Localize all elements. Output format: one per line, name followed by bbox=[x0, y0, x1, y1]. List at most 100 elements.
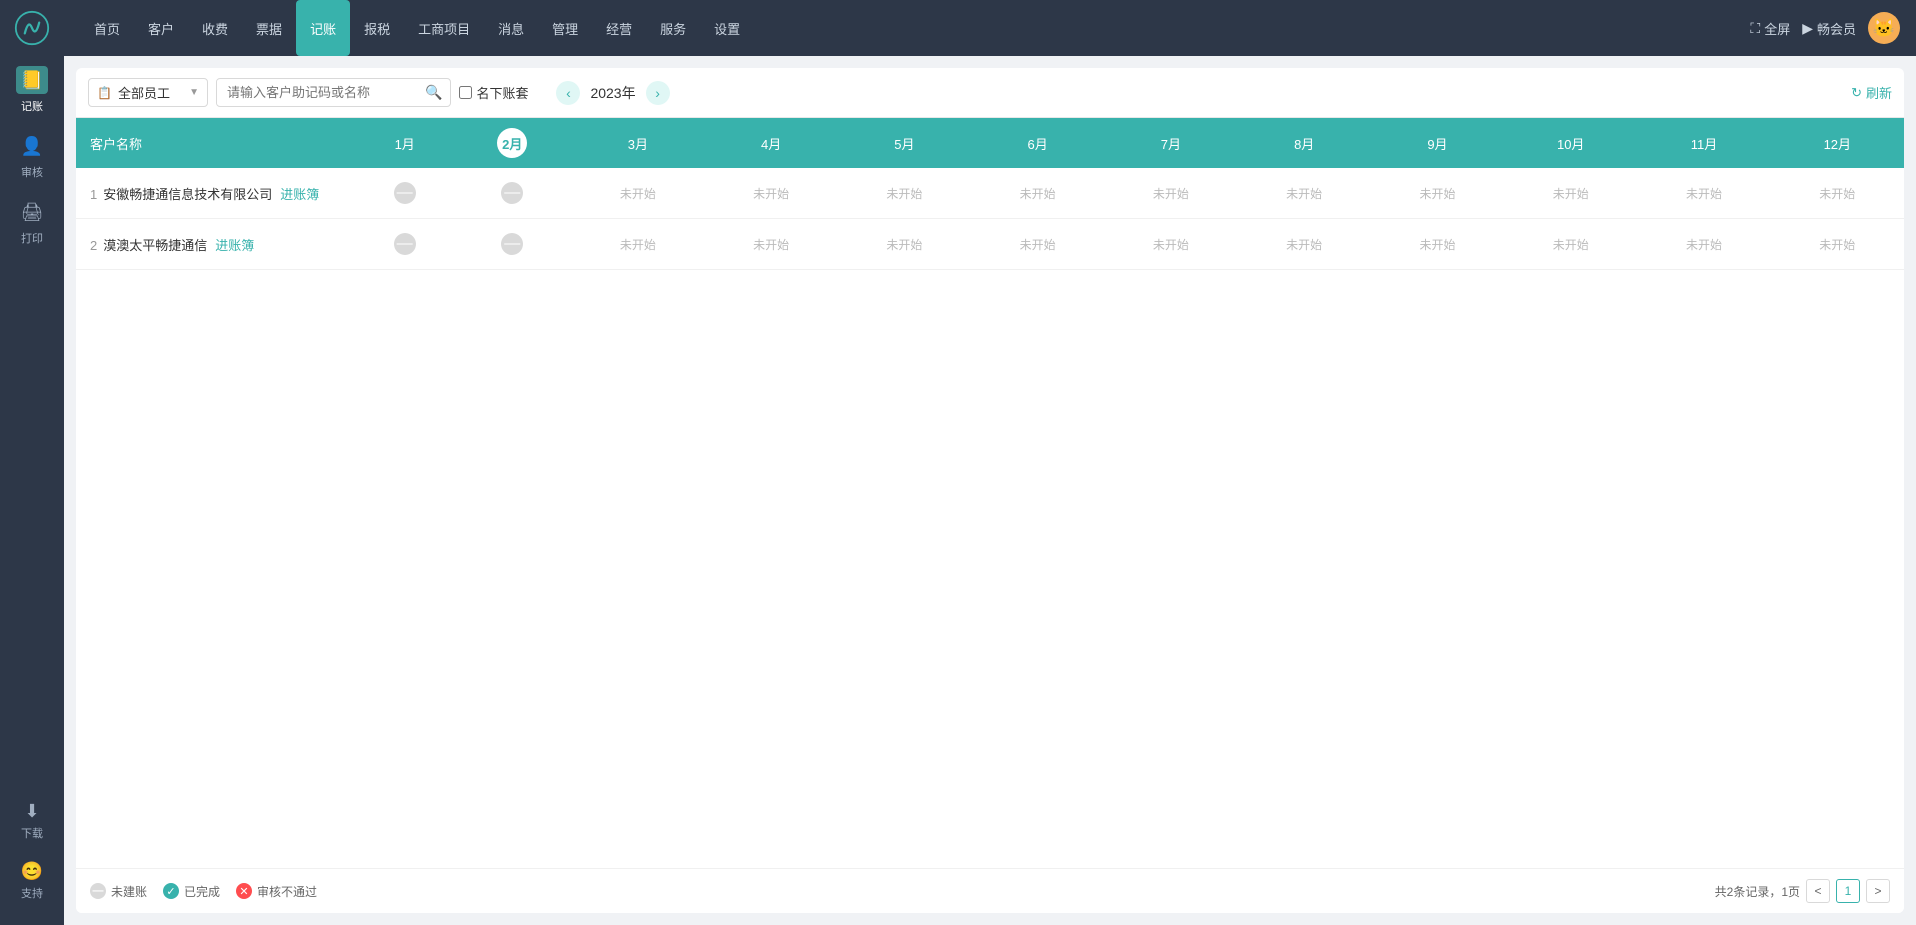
row-month-cell: 未开始 bbox=[704, 168, 837, 219]
row-month-cell: 未开始 bbox=[971, 219, 1104, 270]
status-not-started-text: 未开始 bbox=[1686, 238, 1722, 252]
search-button[interactable]: 🔍 bbox=[417, 79, 450, 106]
row-enter-link[interactable]: 进账簿 bbox=[280, 187, 319, 202]
pagination: 共2条记录，1页 < 1 > bbox=[1715, 879, 1890, 903]
nav-tax[interactable]: 报税 bbox=[350, 0, 404, 56]
status-not-started-text: 未开始 bbox=[886, 238, 922, 252]
user-avatar[interactable]: 🐱 bbox=[1868, 12, 1900, 44]
year-display: 2023年 bbox=[590, 83, 635, 103]
vip-label: 畅会员 bbox=[1817, 19, 1856, 38]
col-header-aug: 8月 bbox=[1238, 118, 1371, 168]
row-month-cell: 未开始 bbox=[1238, 168, 1371, 219]
row-month-cell: — bbox=[356, 219, 453, 270]
nav-business[interactable]: 工商项目 bbox=[404, 0, 484, 56]
row-month-cell: 未开始 bbox=[1371, 168, 1504, 219]
sidebar-bottom-label: 支持 bbox=[21, 885, 43, 901]
employee-select[interactable]: 📋 全部员工 ▼ bbox=[88, 78, 208, 107]
legend-dot-red: ✕ bbox=[236, 883, 252, 899]
page-1-button[interactable]: 1 bbox=[1836, 879, 1860, 903]
fullscreen-button[interactable]: ⛶ 全屏 bbox=[1750, 19, 1790, 38]
table-row: 2漠澳太平畅捷通信进账簿——未开始未开始未开始未开始未开始未开始未开始未开始未开… bbox=[76, 219, 1904, 270]
nav-billing[interactable]: 收费 bbox=[188, 0, 242, 56]
col-header-oct: 10月 bbox=[1504, 118, 1637, 168]
legend-not-started: — 未建账 bbox=[90, 883, 147, 900]
next-page-button[interactable]: > bbox=[1866, 879, 1890, 903]
year-navigation: ‹ 2023年 › bbox=[556, 81, 669, 105]
col-header-dec: 12月 bbox=[1771, 118, 1904, 168]
refresh-button[interactable]: ↻ 刷新 bbox=[1851, 83, 1892, 102]
sidebar-item-bookkeeping[interactable]: 📒 记账 bbox=[0, 56, 64, 122]
sidebar-item-label: 记账 bbox=[21, 98, 43, 114]
col-header-feb: 2月 bbox=[453, 118, 571, 168]
status-not-started-text: 未开始 bbox=[886, 187, 922, 201]
row-month-cell: — bbox=[356, 168, 453, 219]
download-icon: ⬇ bbox=[24, 801, 39, 822]
row-enter-link[interactable]: 进账簿 bbox=[215, 238, 254, 253]
refresh-icon: ↻ bbox=[1851, 85, 1862, 101]
employee-label: 全部员工 bbox=[118, 83, 170, 102]
row-month-cell: — bbox=[453, 168, 571, 219]
row-month-cell: — bbox=[453, 219, 571, 270]
status-not-started-text: 未开始 bbox=[1553, 238, 1589, 252]
chevron-down-icon: ▼ bbox=[189, 87, 199, 98]
navbar-right: ⛶ 全屏 ▶ 畅会员 🐱 bbox=[1750, 12, 1900, 44]
row-month-cell: 未开始 bbox=[1371, 219, 1504, 270]
sidebar-item-support[interactable]: 😊 支持 bbox=[0, 853, 64, 909]
legend-not-started-label: 未建账 bbox=[111, 883, 147, 900]
status-not-started-text: 未开始 bbox=[1686, 187, 1722, 201]
status-not-started-text: 未开始 bbox=[620, 238, 656, 252]
sidebar-item-audit[interactable]: 👤 审核 bbox=[0, 122, 64, 188]
checkbox-label[interactable]: 名下账套 bbox=[459, 83, 528, 102]
legend-completed-label: 已完成 bbox=[184, 883, 220, 900]
status-not-started-text: 未开始 bbox=[1020, 238, 1056, 252]
nav-home[interactable]: 首页 bbox=[80, 0, 134, 56]
table-footer: — 未建账 ✓ 已完成 ✕ 审核不通过 共2条记录，1 bbox=[76, 868, 1904, 913]
nav-invoice[interactable]: 票据 bbox=[242, 0, 296, 56]
nav-operations[interactable]: 经营 bbox=[592, 0, 646, 56]
status-not-started-text: 未开始 bbox=[753, 238, 789, 252]
nav-message[interactable]: 消息 bbox=[484, 0, 538, 56]
col-header-sep: 9月 bbox=[1371, 118, 1504, 168]
legend-rejected: ✕ 审核不通过 bbox=[236, 883, 317, 900]
row-month-cell: 未开始 bbox=[1771, 168, 1904, 219]
row-name-cell: 1安徽畅捷通信息技术有限公司进账簿 bbox=[76, 168, 356, 219]
main-area: 首页 客户 收费 票据 记账 报税 工商项目 消息 管理 经营 服务 设置 ⛶ … bbox=[64, 0, 1916, 925]
nav-settings[interactable]: 设置 bbox=[700, 0, 754, 56]
row-month-cell: 未开始 bbox=[1504, 219, 1637, 270]
nav-service[interactable]: 服务 bbox=[646, 0, 700, 56]
col-header-may: 5月 bbox=[838, 118, 971, 168]
sidebar-item-download[interactable]: ⬇ 下载 bbox=[0, 793, 64, 849]
prev-year-button[interactable]: ‹ bbox=[556, 81, 580, 105]
sidebar: 📒 记账 👤 审核 🖨 打印 ⬇ 下载 😊 支持 bbox=[0, 0, 64, 925]
prev-page-button[interactable]: < bbox=[1806, 879, 1830, 903]
vip-button[interactable]: ▶ 畅会员 bbox=[1802, 19, 1856, 38]
row-month-cell: 未开始 bbox=[571, 168, 704, 219]
row-month-cell: 未开始 bbox=[1771, 219, 1904, 270]
row-month-cell: 未开始 bbox=[704, 219, 837, 270]
checkbox-text: 名下账套 bbox=[476, 83, 528, 102]
employee-icon: 📋 bbox=[97, 86, 112, 100]
sidebar-item-label: 打印 bbox=[21, 230, 43, 246]
top-navbar: 首页 客户 收费 票据 记账 报税 工商项目 消息 管理 经营 服务 设置 ⛶ … bbox=[64, 0, 1916, 56]
row-month-cell: 未开始 bbox=[838, 168, 971, 219]
legend-dot-gray: — bbox=[90, 883, 106, 899]
col-header-jun: 6月 bbox=[971, 118, 1104, 168]
nav-customer[interactable]: 客户 bbox=[134, 0, 188, 56]
status-not-started-text: 未开始 bbox=[1020, 187, 1056, 201]
row-company-name: 安徽畅捷通信息技术有限公司 bbox=[103, 187, 272, 202]
sidebar-item-print[interactable]: 🖨 打印 bbox=[0, 188, 64, 254]
nav-accounting[interactable]: 记账 bbox=[296, 0, 350, 56]
col-header-jul: 7月 bbox=[1104, 118, 1237, 168]
row-month-cell: 未开始 bbox=[1104, 219, 1237, 270]
next-year-button[interactable]: › bbox=[646, 81, 670, 105]
fullscreen-label: 全屏 bbox=[1764, 19, 1790, 38]
search-input[interactable] bbox=[217, 80, 417, 105]
print-icon: 🖨 bbox=[21, 202, 44, 223]
legend-completed: ✓ 已完成 bbox=[163, 883, 220, 900]
content-area: 📋 全部员工 ▼ 🔍 名下账套 ‹ 2023年 › bbox=[64, 56, 1916, 925]
my-accounts-checkbox[interactable] bbox=[459, 86, 472, 99]
search-box: 🔍 bbox=[216, 78, 451, 107]
legend-dot-teal: ✓ bbox=[163, 883, 179, 899]
col-header-nov: 11月 bbox=[1637, 118, 1770, 168]
nav-manage[interactable]: 管理 bbox=[538, 0, 592, 56]
